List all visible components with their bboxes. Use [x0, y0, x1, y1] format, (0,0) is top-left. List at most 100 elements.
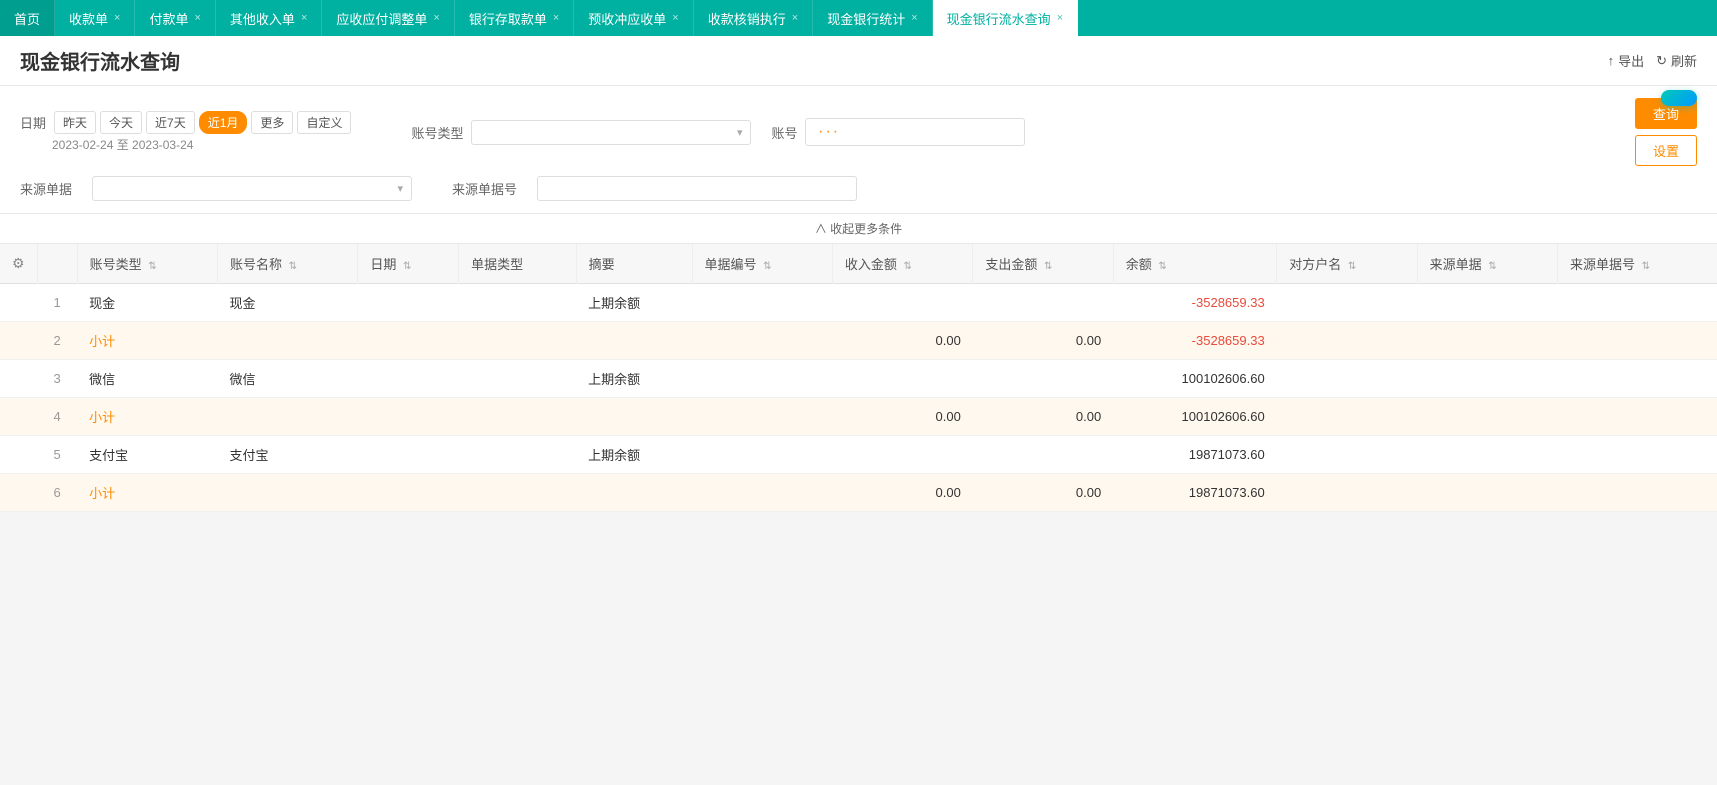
date-btn-近1月[interactable]: 近1月 — [199, 111, 248, 134]
source-doc-select[interactable]: ▾ — [92, 176, 412, 201]
close-icon[interactable]: × — [792, 12, 798, 24]
column-doc_num[interactable]: 单据编号 ⇅ — [692, 244, 832, 284]
cell-summary — [576, 398, 692, 436]
cell-income: 0.00 — [832, 322, 972, 360]
table-row: 5支付宝支付宝上期余额19871073.60 — [0, 436, 1717, 474]
nav-tab[interactable]: 付款单× — [135, 0, 215, 36]
cell-account-name: 支付宝 — [217, 436, 357, 474]
column-income[interactable]: 收入金额 ⇅ — [832, 244, 972, 284]
sort-icon: ⇅ — [1348, 261, 1356, 272]
sort-icon: ⇅ — [1158, 261, 1166, 272]
cell-doc-num — [692, 436, 832, 474]
close-icon[interactable]: × — [301, 12, 307, 24]
nav-tab[interactable]: 收款单× — [55, 0, 135, 36]
date-btn-昨天[interactable]: 昨天 — [54, 111, 96, 134]
settings-button[interactable]: 设置 — [1635, 135, 1697, 166]
account-type-label: 账号类型 — [411, 123, 463, 142]
export-button[interactable]: ↑ 导出 — [1608, 51, 1645, 70]
date-buttons: 昨天今天近7天近1月更多自定义 — [54, 111, 351, 134]
cell-counterpart — [1277, 398, 1417, 436]
cell-income — [832, 436, 972, 474]
cell-doc-type — [459, 436, 577, 474]
cell-source-doc — [1417, 474, 1557, 512]
column-account_name[interactable]: 账号名称 ⇅ — [217, 244, 357, 284]
close-icon[interactable]: × — [1057, 12, 1063, 24]
cell-source-doc — [1417, 284, 1557, 322]
nav-tab[interactable]: 其他收入单× — [216, 0, 322, 36]
refresh-button[interactable]: ↻ 刷新 — [1656, 51, 1697, 70]
close-icon[interactable]: × — [114, 12, 120, 24]
cell-source-doc — [1417, 398, 1557, 436]
cell-account-type: 支付宝 — [77, 436, 217, 474]
cell-summary: 上期余额 — [576, 360, 692, 398]
date-btn-更多[interactable]: 更多 — [251, 111, 293, 134]
cell-doc-type — [459, 284, 577, 322]
data-table: ⚙账号类型 ⇅账号名称 ⇅日期 ⇅单据类型摘要单据编号 ⇅收入金额 ⇅支出金额 … — [0, 244, 1717, 512]
gear-icon[interactable]: ⚙ — [12, 255, 25, 271]
nav-tab[interactable]: 应收应付调整单× — [322, 0, 454, 36]
account-type-select[interactable]: ▾ — [471, 120, 751, 145]
cell-doc-type — [459, 360, 577, 398]
cell-account-type: 小计 — [77, 322, 217, 360]
table-row: 3微信微信上期余额100102606.60 — [0, 360, 1717, 398]
column-counterpart[interactable]: 对方户名 ⇅ — [1277, 244, 1417, 284]
collapse-bar[interactable]: ∧ 收起更多条件 — [0, 214, 1717, 244]
account-input[interactable]: ··· — [805, 118, 1025, 146]
cell-account-name: 微信 — [217, 360, 357, 398]
column-expense[interactable]: 支出金额 ⇅ — [973, 244, 1113, 284]
date-btn-自定义[interactable]: 自定义 — [297, 111, 351, 134]
cell-account-type: 微信 — [77, 360, 217, 398]
cell-summary — [576, 474, 692, 512]
row-gear — [0, 398, 37, 436]
cell-source-doc-num — [1557, 360, 1717, 398]
row-gear — [0, 474, 37, 512]
source-doc-num-input[interactable] — [537, 176, 857, 201]
row-gear — [0, 322, 37, 360]
cell-account-type: 小计 — [77, 398, 217, 436]
column-account_type[interactable]: 账号类型 ⇅ — [77, 244, 217, 284]
cell-balance: -3528659.33 — [1113, 322, 1276, 360]
date-btn-近7天[interactable]: 近7天 — [146, 111, 195, 134]
nav-tab[interactable]: 现金银行流水查询× — [933, 0, 1078, 36]
account-more-icon[interactable]: ··· — [818, 123, 840, 141]
row-number: 6 — [37, 474, 77, 512]
date-btn-今天[interactable]: 今天 — [100, 111, 142, 134]
column-source_doc[interactable]: 来源单据 ⇅ — [1417, 244, 1557, 284]
row-number: 1 — [37, 284, 77, 322]
ai-button[interactable] — [1661, 90, 1697, 106]
column-date[interactable]: 日期 ⇅ — [358, 244, 459, 284]
cell-source-doc — [1417, 360, 1557, 398]
sort-icon: ⇅ — [763, 261, 771, 272]
close-icon[interactable]: × — [911, 12, 917, 24]
cell-account-name — [217, 322, 357, 360]
sort-icon: ⇅ — [403, 261, 411, 272]
close-icon[interactable]: × — [433, 12, 439, 24]
column-balance[interactable]: 余额 ⇅ — [1113, 244, 1276, 284]
cell-doc-num — [692, 284, 832, 322]
cell-counterpart — [1277, 284, 1417, 322]
nav-tab[interactable]: 收款核销执行× — [694, 0, 813, 36]
cell-counterpart — [1277, 474, 1417, 512]
column-source_doc_num[interactable]: 来源单据号 ⇅ — [1557, 244, 1717, 284]
cell-income: 0.00 — [832, 474, 972, 512]
cell-account-type: 小计 — [77, 474, 217, 512]
cell-balance: 19871073.60 — [1113, 474, 1276, 512]
nav-home[interactable]: 首页 — [0, 0, 55, 36]
nav-tab[interactable]: 现金银行统计× — [813, 0, 932, 36]
cell-expense — [973, 436, 1113, 474]
cell-account-type: 现金 — [77, 284, 217, 322]
close-icon[interactable]: × — [553, 12, 559, 24]
nav-tab[interactable]: 预收冲应收单× — [574, 0, 693, 36]
nav-tab[interactable]: 银行存取款单× — [455, 0, 574, 36]
cell-doc-num — [692, 398, 832, 436]
cell-counterpart — [1277, 436, 1417, 474]
row-number: 4 — [37, 398, 77, 436]
cell-doc-type — [459, 398, 577, 436]
close-icon[interactable]: × — [672, 12, 678, 24]
cell-date — [358, 322, 459, 360]
sort-icon: ⇅ — [1044, 261, 1052, 272]
cell-doc-type — [459, 322, 577, 360]
close-icon[interactable]: × — [194, 12, 200, 24]
cell-income — [832, 360, 972, 398]
cell-balance: 100102606.60 — [1113, 398, 1276, 436]
